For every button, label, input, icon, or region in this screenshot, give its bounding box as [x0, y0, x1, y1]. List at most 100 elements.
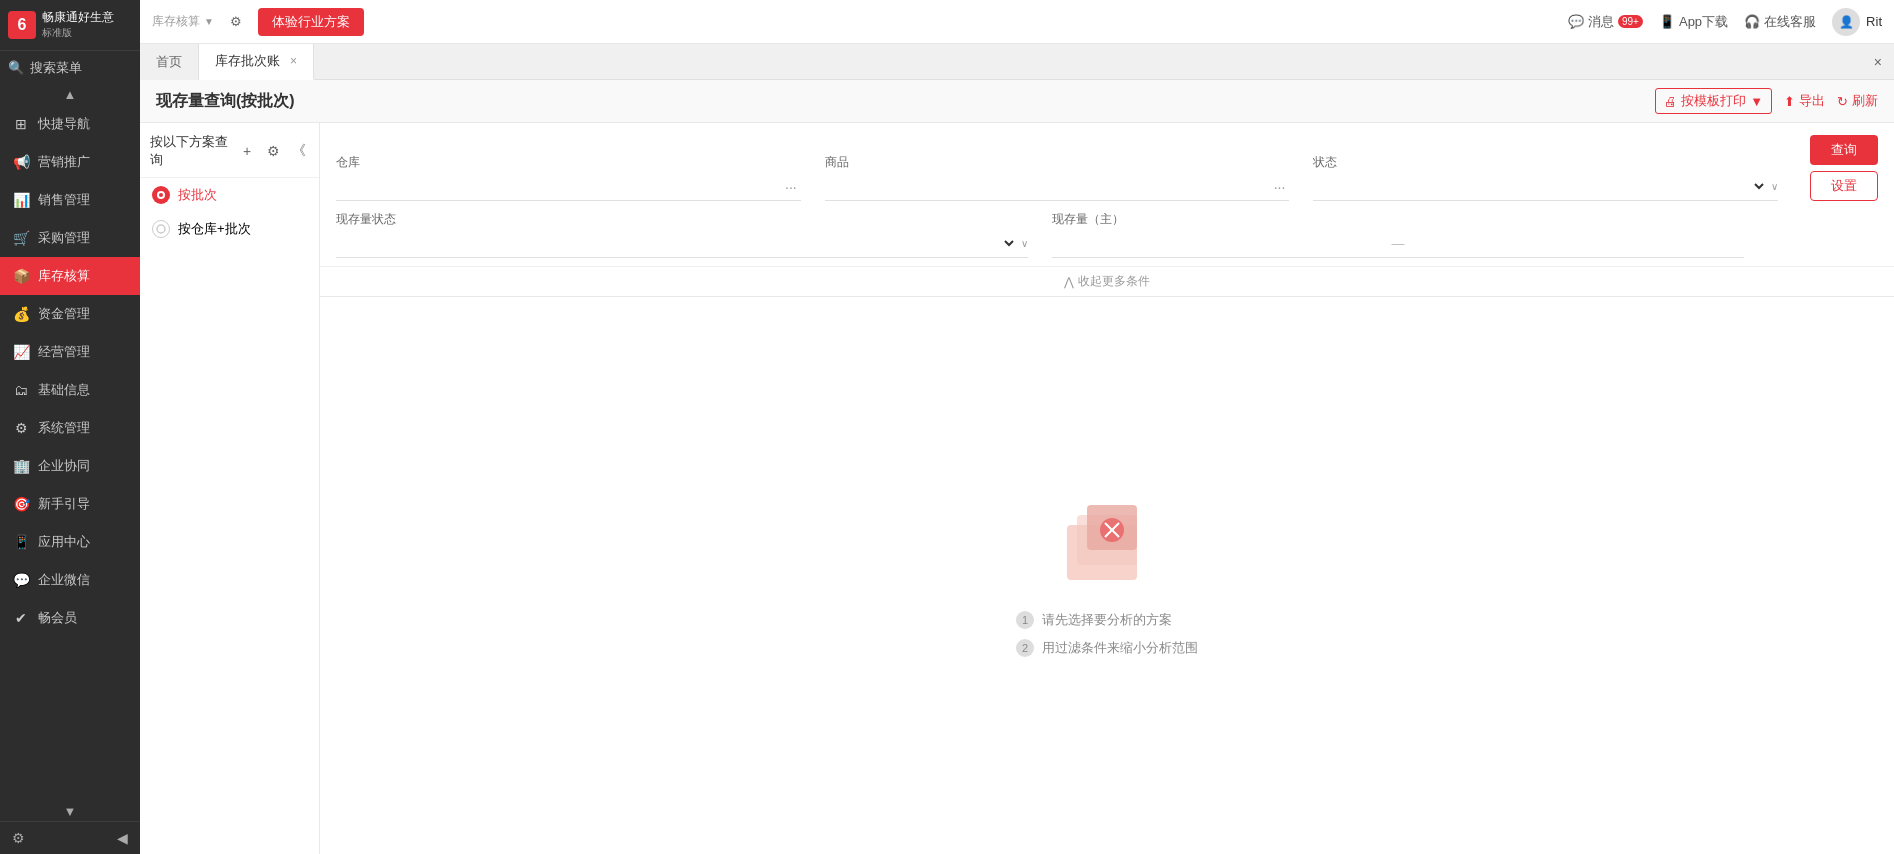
sidebar-item-member[interactable]: ✔ 畅会员 [0, 599, 140, 637]
sidebar-item-finance[interactable]: 💰 资金管理 [0, 295, 140, 333]
print-btn[interactable]: 🖨 按模板打印 ▼ [1655, 88, 1772, 114]
main-area: 库存核算 ▼ ⚙ 体验行业方案 💬 消息 99+ 📱 App下载 🎧 在线客服 [140, 0, 1894, 854]
purchase-icon: 🛒 [12, 229, 30, 247]
message-btn[interactable]: 💬 消息 99+ [1568, 13, 1643, 31]
status-select-wrapper[interactable]: ∨ [1313, 173, 1778, 201]
sidebar-item-system[interactable]: ⚙ 系统管理 [0, 409, 140, 447]
sidebar-item-marketing[interactable]: 📢 营销推广 [0, 143, 140, 181]
sidebar-item-guide[interactable]: 🎯 新手引导 [0, 485, 140, 523]
query-action-btns: 查询 设置 [1810, 135, 1878, 201]
avatar-placeholder: 👤 [1839, 15, 1854, 29]
user-info[interactable]: 👤 Rit [1832, 8, 1882, 36]
sidebar-item-sales[interactable]: 📊 销售管理 [0, 181, 140, 219]
system-icon: ⚙ [12, 419, 30, 437]
svg-point-2 [157, 225, 165, 233]
sidebar-item-purchase[interactable]: 🛒 采购管理 [0, 219, 140, 257]
stock-status-select-wrapper[interactable]: ∨ [336, 230, 1028, 258]
stock-status-select[interactable] [336, 235, 1017, 252]
stock-qty-max-input[interactable] [1409, 236, 1745, 251]
footer-settings-btn[interactable]: ⚙ [12, 830, 25, 846]
export-icon: ⬆ [1784, 94, 1795, 109]
settings-btn[interactable]: 设置 [1810, 171, 1878, 201]
schema-by-warehouse-batch[interactable]: 按仓库+批次 [140, 212, 319, 246]
tab-panel-close[interactable]: × [1862, 54, 1894, 70]
collapse-icon: ⋀ [1064, 275, 1074, 289]
topbar: 库存核算 ▼ ⚙ 体验行业方案 💬 消息 99+ 📱 App下载 🎧 在线客服 [140, 0, 1894, 44]
sidebar-item-quick-nav[interactable]: ⊞ 快捷导航 [0, 105, 140, 143]
export-btn[interactable]: ⬆ 导出 [1784, 92, 1825, 110]
sidebar-item-apps[interactable]: 📱 应用中心 [0, 523, 140, 561]
inventory-icon: 📦 [12, 267, 30, 285]
add-schema-btn[interactable]: + [237, 141, 257, 161]
app-download-btn[interactable]: 📱 App下载 [1659, 13, 1728, 31]
marketing-icon: 📢 [12, 153, 30, 171]
footer-collapse-btn[interactable]: ◀ [117, 830, 128, 846]
warehouse-input[interactable] [336, 179, 777, 194]
panel-collapse-btn[interactable]: 《 [289, 141, 309, 161]
tab-inventory-batch[interactable]: 库存批次账 × [199, 44, 314, 80]
empty-text: 1 请先选择要分析的方案 2 用过滤条件来缩小分析范围 [1016, 611, 1198, 657]
trial-btn[interactable]: 体验行业方案 [258, 8, 364, 36]
topbar-left: 库存核算 ▼ ⚙ 体验行业方案 [152, 8, 1560, 36]
scroll-down-btn[interactable]: ▼ [0, 801, 140, 821]
sidebar-footer: ⚙ ◀ [0, 821, 140, 854]
tab-close-btn[interactable]: × [290, 54, 297, 68]
left-panel: 按以下方案查询 + ⚙ 《 [140, 123, 320, 854]
product-dots-btn[interactable]: ··· [1270, 179, 1290, 195]
status-label: 状态 [1313, 154, 1778, 171]
page-wrapper: 现存量查询(按批次) 🖨 按模板打印 ▼ ⬆ 导出 ↻ 刷新 [140, 80, 1894, 854]
left-panel-header: 按以下方案查询 + ⚙ 《 [140, 123, 319, 178]
sidebar-item-enterprise[interactable]: 🏢 企业协同 [0, 447, 140, 485]
left-panel-actions: + ⚙ 《 [237, 141, 309, 161]
online-service-btn[interactable]: 🎧 在线客服 [1744, 13, 1816, 31]
sidebar-item-inventory[interactable]: 📦 库存核算 [0, 257, 140, 295]
scroll-up-btn[interactable]: ▲ [0, 85, 140, 105]
refresh-btn[interactable]: ↻ 刷新 [1837, 92, 1878, 110]
print-chevron: ▼ [1750, 94, 1763, 109]
query-section: 仓库 ··· 商品 [320, 123, 1894, 297]
quick-nav-icon: ⊞ [12, 115, 30, 133]
wechat-icon: 💬 [12, 571, 30, 589]
stock-qty-label: 现存量（主） [1052, 211, 1744, 228]
schema-settings-btn[interactable]: ⚙ [263, 141, 283, 161]
query-btn[interactable]: 查询 [1810, 135, 1878, 165]
empty-state: 1 请先选择要分析的方案 2 用过滤条件来缩小分析范围 [320, 297, 1894, 854]
schema-icon-active [152, 186, 170, 204]
status-chevron-icon: ∨ [1771, 181, 1778, 192]
stock-status-label: 现存量状态 [336, 211, 1028, 228]
operations-icon: 📈 [12, 343, 30, 361]
search-menu[interactable]: 🔍 搜索菜单 [0, 51, 140, 85]
sales-icon: 📊 [12, 191, 30, 209]
right-content-panel: 仓库 ··· 商品 [320, 123, 1894, 854]
main-content: 按以下方案查询 + ⚙ 《 [140, 123, 1894, 854]
sidebar-item-operations[interactable]: 📈 经营管理 [0, 333, 140, 371]
query-row-2: 现存量状态 ∨ [336, 211, 1878, 258]
empty-illustration [1047, 495, 1167, 595]
sidebar-header: 6 畅康通好生意 标准版 [0, 0, 140, 51]
topbar-settings-btn[interactable]: ⚙ [222, 8, 250, 36]
topbar-right: 💬 消息 99+ 📱 App下载 🎧 在线客服 👤 Rit [1568, 8, 1882, 36]
sidebar-item-basics[interactable]: 🗂 基础信息 [0, 371, 140, 409]
schema-by-batch[interactable]: 按批次 [140, 178, 319, 212]
warehouse-label: 仓库 [336, 154, 801, 171]
app-logo: 6 [8, 11, 36, 39]
product-input[interactable] [825, 179, 1266, 194]
message-icon: 💬 [1568, 14, 1584, 29]
stock-qty-min-input[interactable] [1052, 236, 1388, 251]
search-icon: 🔍 [8, 60, 24, 75]
sidebar-item-wechat[interactable]: 💬 企业微信 [0, 561, 140, 599]
refresh-icon: ↻ [1837, 94, 1848, 109]
status-select[interactable] [1313, 178, 1767, 195]
member-icon: ✔ [12, 609, 30, 627]
status-field: 状态 ∨ [1313, 154, 1778, 201]
warehouse-dots-btn[interactable]: ··· [781, 179, 801, 195]
collapse-label: 收起更多条件 [1078, 273, 1150, 290]
finance-icon: 💰 [12, 305, 30, 323]
printer-icon: 🖨 [1664, 94, 1677, 109]
tab-home[interactable]: 首页 [140, 44, 199, 80]
collapse-row[interactable]: ⋀ 收起更多条件 [320, 266, 1894, 296]
stock-status-field: 现存量状态 ∨ [336, 211, 1028, 258]
tabbar: 首页 库存批次账 × × [140, 44, 1894, 80]
user-name: Rit [1866, 14, 1882, 29]
headset-icon: 🎧 [1744, 14, 1760, 29]
